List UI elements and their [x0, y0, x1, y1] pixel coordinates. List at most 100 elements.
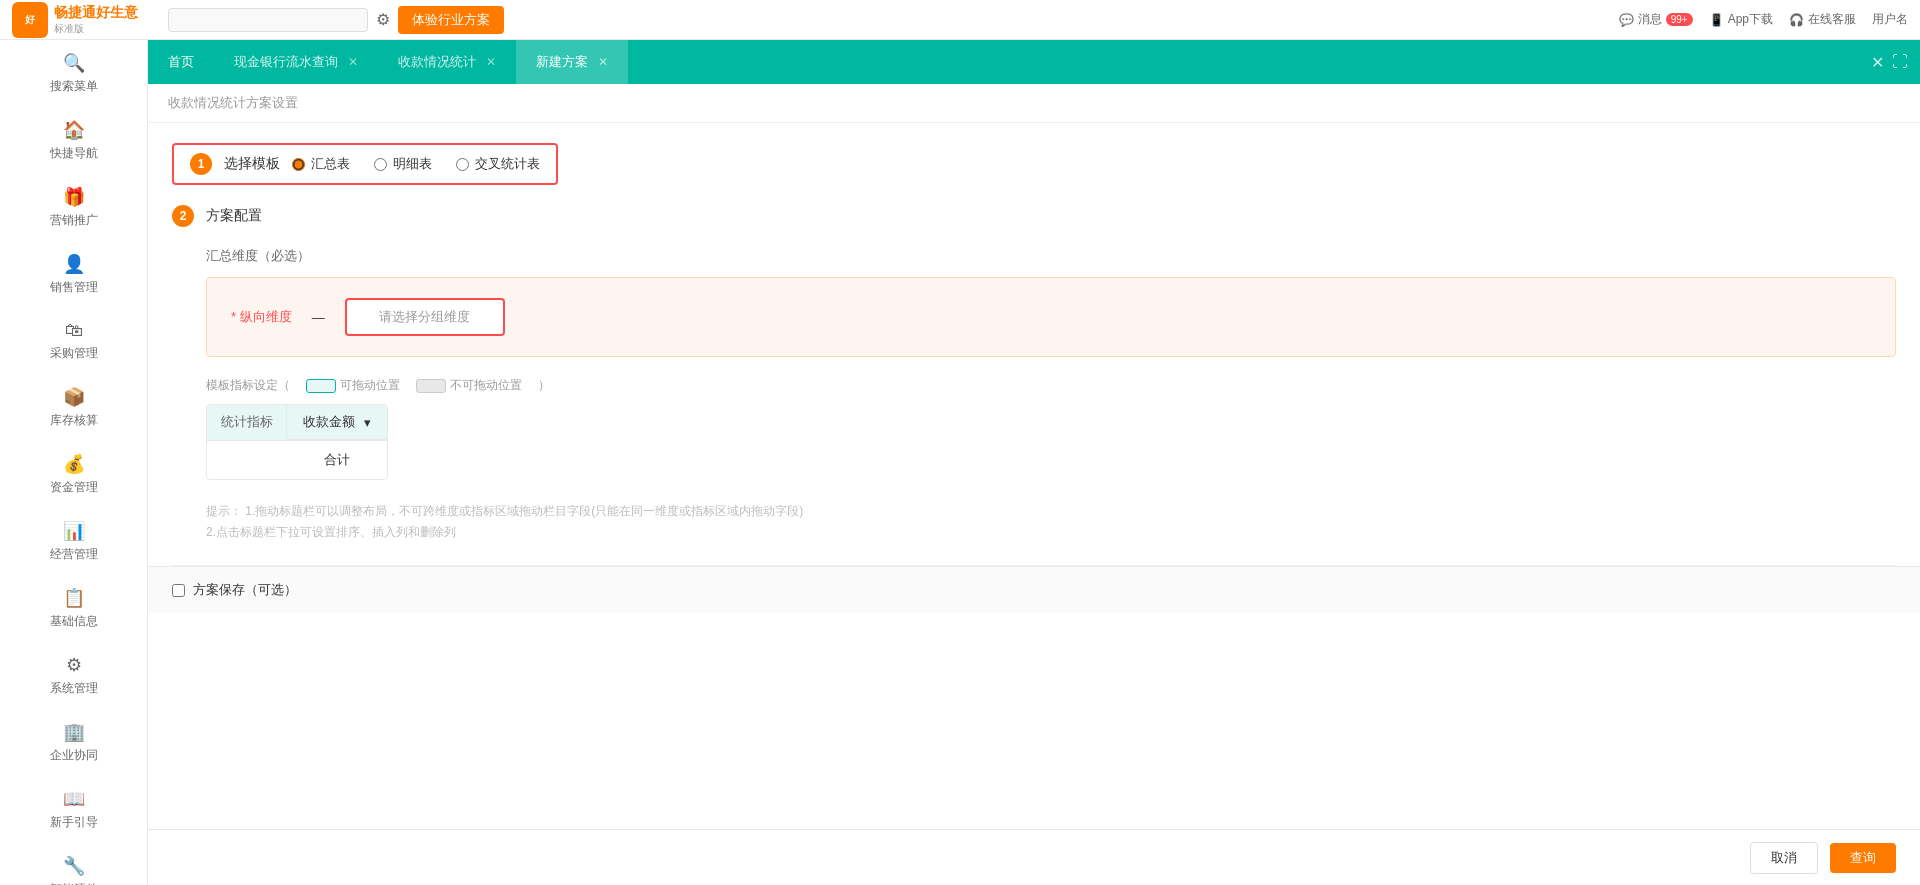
metrics-hint-suffix: ）: [538, 377, 550, 394]
sidebar-item-basic-info[interactable]: 📋 基础信息: [0, 575, 147, 642]
tab-bank-flow-label: 现金银行流水查询: [234, 53, 338, 71]
top-bar: 好 畅捷通好生意 标准版 ⚙ 体验行业方案 💬 消息 99+ 📱 App下载 🎧…: [0, 0, 1920, 40]
tab-bank-flow-close[interactable]: ✕: [348, 55, 358, 69]
gear-icon[interactable]: ⚙: [376, 10, 390, 29]
system-icon: ⚙: [66, 654, 82, 676]
tip-line-2: 2.点击标题栏下拉可设置排序、插入列和删除列: [206, 524, 1896, 541]
tab-bar-actions: ✕ ⛶: [1871, 53, 1920, 72]
sidebar-item-system[interactable]: ⚙ 系统管理: [0, 642, 147, 709]
tab-collection-stat[interactable]: 收款情况统计 ✕: [378, 40, 516, 84]
sidebar-item-quick-nav[interactable]: 🏠 快捷导航: [0, 107, 147, 174]
sidebar-item-label: 库存核算: [50, 412, 98, 429]
dimension-select[interactable]: 请选择分组维度: [345, 298, 505, 336]
logo-info: 畅捷通好生意 标准版: [54, 4, 138, 36]
search-area[interactable]: [168, 8, 368, 32]
sidebar-item-marketing[interactable]: 🎁 营销推广: [0, 174, 147, 241]
step1-row: 1 选择模板 汇总表 明细表: [172, 143, 1896, 185]
radio-crosstab-label: 交叉统计表: [475, 155, 540, 173]
search-input[interactable]: [168, 8, 368, 32]
radio-detail-input[interactable]: [374, 158, 387, 171]
sidebar-item-smart-hw[interactable]: 🔧 智能硬件: [0, 843, 147, 885]
radio-summary-input[interactable]: [292, 158, 305, 171]
sidebar-item-finance[interactable]: 💰 资金管理: [0, 441, 147, 508]
finance-icon: 💰: [63, 453, 85, 475]
metrics-row-cell: 合计: [287, 441, 387, 479]
tab-new-plan-label: 新建方案: [536, 53, 588, 71]
metrics-column-header: 收款金额 ▾: [287, 405, 387, 440]
sidebar-item-sales[interactable]: 👤 销售管理: [0, 241, 147, 308]
sidebar-item-guide[interactable]: 📖 新手引导: [0, 776, 147, 843]
query-button[interactable]: 查询: [1830, 843, 1896, 873]
tab-bank-flow[interactable]: 现金银行流水查询 ✕: [214, 40, 378, 84]
sidebar-item-enterprise[interactable]: 🏢 企业协同: [0, 709, 147, 776]
download-action[interactable]: 📱 App下载: [1709, 11, 1773, 28]
sidebar-item-purchase[interactable]: 🛍 采购管理: [0, 308, 147, 374]
hint-draggable: 可拖动位置: [306, 377, 400, 394]
step1-badge: 1: [190, 153, 212, 175]
notification-label: 消息: [1638, 11, 1662, 28]
radio-detail[interactable]: 明细表: [374, 155, 432, 173]
basic-info-icon: 📋: [63, 587, 85, 609]
tab-bar: 首页 现金银行流水查询 ✕ 收款情况统计 ✕ 新建方案 ✕ ✕ ⛶: [148, 40, 1920, 84]
vertical-dimension-label: * 纵向维度: [231, 308, 292, 326]
tab-home[interactable]: 首页: [148, 40, 214, 84]
notification-action[interactable]: 💬 消息 99+: [1619, 11, 1693, 28]
save-plan-checkbox[interactable]: [172, 584, 185, 597]
metrics-hint: 模板指标设定（ 可拖动位置 不可拖动位置 ）: [206, 377, 1896, 394]
top-actions: 💬 消息 99+ 📱 App下载 🎧 在线客服 用户名: [1619, 11, 1908, 28]
notification-badge: 99+: [1666, 13, 1693, 26]
industry-button[interactable]: 体验行业方案: [398, 6, 504, 34]
sidebar-item-label: 营销推广: [50, 212, 98, 229]
radio-crosstab[interactable]: 交叉统计表: [456, 155, 540, 173]
metrics-section-title: 模板指标设定（: [206, 377, 290, 394]
stats-label-cell: 统计指标: [207, 405, 287, 440]
tab-new-plan[interactable]: 新建方案 ✕: [516, 40, 628, 84]
metrics-column-header-chevron[interactable]: ▾: [364, 415, 371, 430]
sidebar-item-search-menu[interactable]: 🔍 搜索菜单: [0, 40, 147, 107]
hint-draggable-label: 可拖动位置: [340, 377, 400, 394]
radio-crosstab-input[interactable]: [456, 158, 469, 171]
bottom-bar: 取消 查询: [148, 829, 1920, 885]
tab-collection-stat-close[interactable]: ✕: [486, 55, 496, 69]
inventory-icon: 📦: [63, 386, 85, 408]
operations-icon: 📊: [63, 520, 85, 542]
metrics-section: 模板指标设定（ 可拖动位置 不可拖动位置 ）: [206, 377, 1896, 483]
notification-icon: 💬: [1619, 13, 1634, 27]
user-action[interactable]: 用户名: [1872, 11, 1908, 28]
step1-label: 选择模板: [224, 155, 280, 173]
sidebar: 🔍 搜索菜单 🏠 快捷导航 🎁 营销推广 👤 销售管理 🛍 采购管理 📦 库存核…: [0, 40, 148, 885]
main-layout: 🔍 搜索菜单 🏠 快捷导航 🎁 营销推广 👤 销售管理 🛍 采购管理 📦 库存核…: [0, 40, 1920, 885]
tips-section: 提示： 1.拖动标题栏可以调整布局，不可跨维度或指标区域拖动栏目字段(只能在同一…: [206, 503, 1896, 541]
search-menu-icon: 🔍: [63, 52, 85, 74]
radio-summary[interactable]: 汇总表: [292, 155, 350, 173]
metrics-table-header-row: 统计指标 收款金额 ▾: [207, 405, 387, 440]
tab-close-button[interactable]: ✕: [1871, 53, 1884, 72]
sidebar-item-label: 智能硬件: [50, 881, 98, 885]
sidebar-item-label: 采购管理: [50, 345, 98, 362]
sidebar-item-operations[interactable]: 📊 经营管理: [0, 508, 147, 575]
sidebar-item-label: 快捷导航: [50, 145, 98, 162]
sidebar-item-label: 企业协同: [50, 747, 98, 764]
download-label: App下载: [1728, 11, 1773, 28]
tab-maximize-button[interactable]: ⛶: [1892, 53, 1908, 71]
cancel-button[interactable]: 取消: [1750, 842, 1818, 874]
tip-line-1: 提示： 1.拖动标题栏可以调整布局，不可跨维度或指标区域拖动栏目字段(只能在同一…: [206, 503, 1896, 520]
sidebar-item-label: 系统管理: [50, 680, 98, 697]
logo-icon: 好: [12, 2, 48, 38]
sidebar-item-inventory[interactable]: 📦 库存核算: [0, 374, 147, 441]
logo-icon-text: 好: [25, 13, 35, 27]
step2-section: 2 方案配置 汇总维度（必选） * 纵向维度 — 请选择分组维度: [172, 205, 1896, 541]
sidebar-item-label: 新手引导: [50, 814, 98, 831]
logo-badge: 标准版: [54, 22, 138, 36]
dimension-arrow: —: [312, 310, 325, 325]
hint-fixed: 不可拖动位置: [416, 377, 522, 394]
service-icon: 🎧: [1789, 13, 1804, 27]
logo-area: 好 畅捷通好生意 标准版: [12, 2, 160, 38]
dimension-section: 汇总维度（必选） * 纵向维度 — 请选择分组维度 模板指标设定（: [206, 247, 1896, 541]
tab-new-plan-close[interactable]: ✕: [598, 55, 608, 69]
radio-summary-label: 汇总表: [311, 155, 350, 173]
user-label: 用户名: [1872, 11, 1908, 28]
logo-text: 畅捷通好生意: [54, 4, 138, 22]
hint-fixed-icon: [416, 379, 446, 393]
service-action[interactable]: 🎧 在线客服: [1789, 11, 1856, 28]
